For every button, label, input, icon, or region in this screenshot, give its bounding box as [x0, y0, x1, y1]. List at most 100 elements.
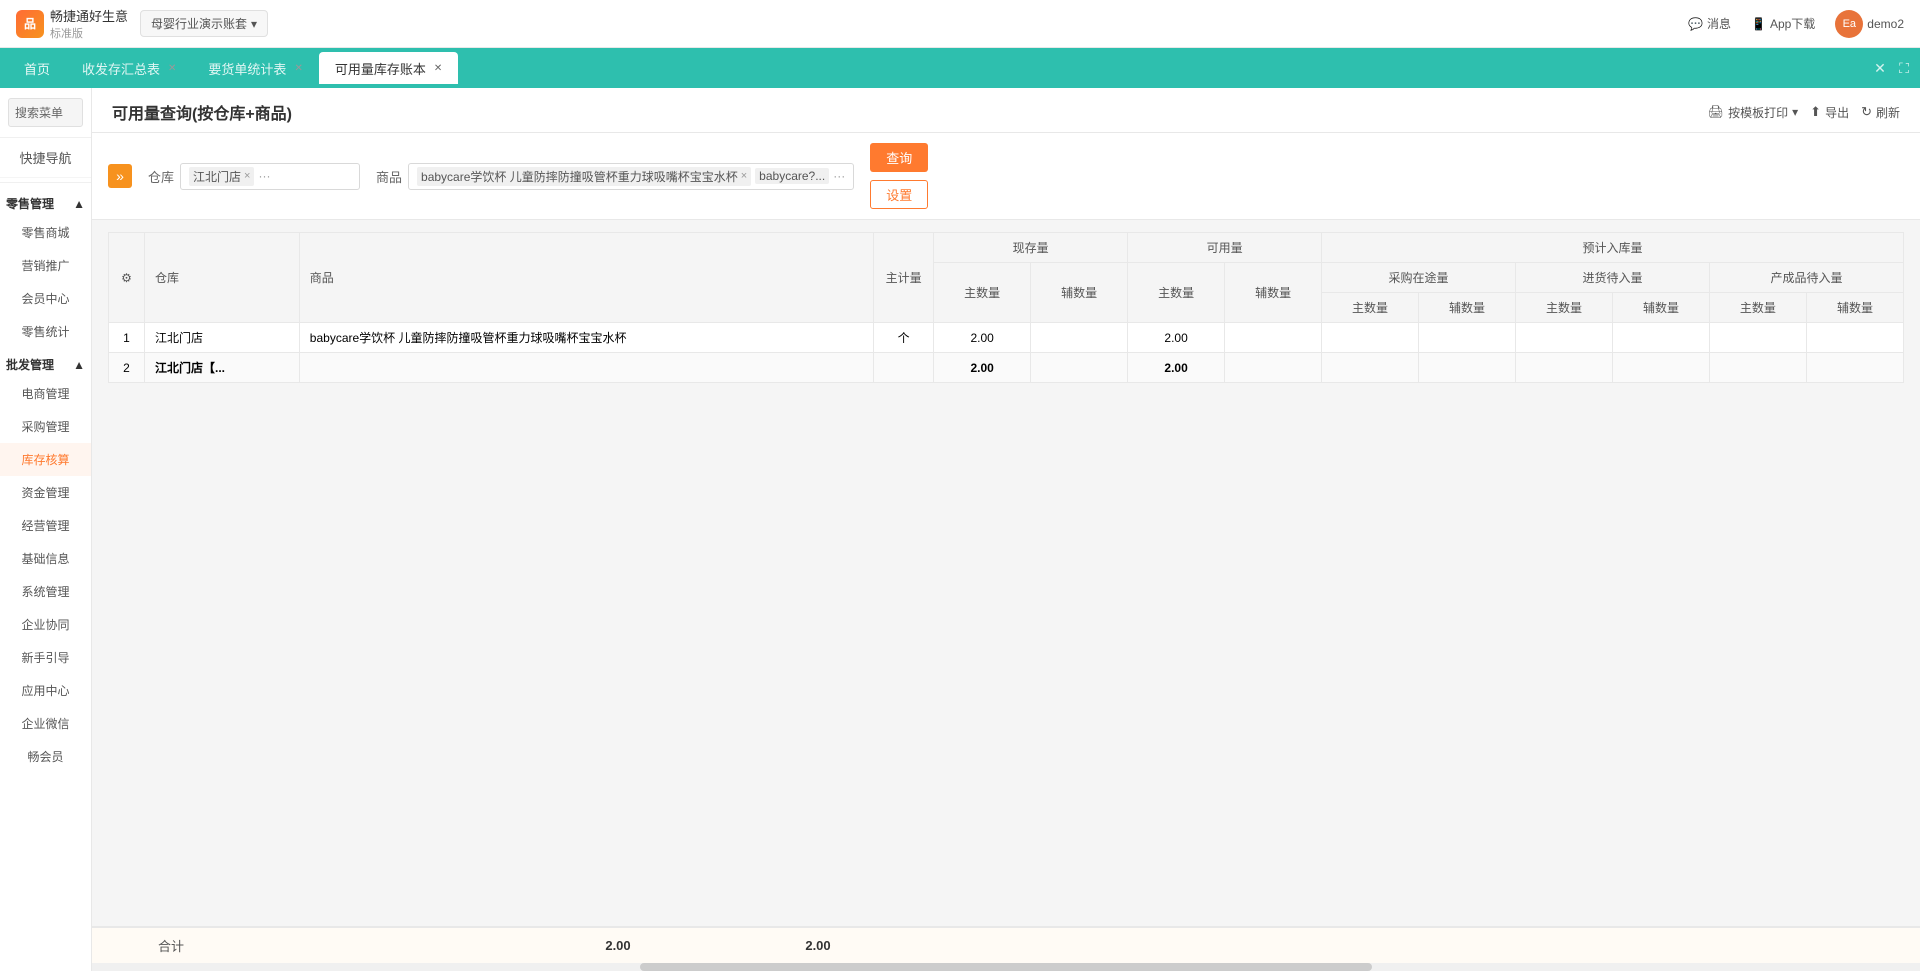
user-action[interactable]: Ea demo2: [1835, 10, 1904, 38]
product-more-btn[interactable]: ···: [833, 169, 845, 183]
print-btn[interactable]: 🖨 按模板打印 ▾: [1708, 104, 1799, 121]
tab-available-stock[interactable]: 可用量库存账本 ✕: [319, 52, 458, 84]
scrollbar-thumb[interactable]: [640, 963, 1371, 971]
sidebar-section-retail[interactable]: 零售管理 ▲: [0, 187, 91, 216]
product-filter-input[interactable]: babycare学饮杯 儿童防摔防撞吸管杯重力球吸嘴杯宝宝水杯 × babyca…: [408, 163, 854, 190]
expand-window-btn[interactable]: ⛶: [1896, 60, 1912, 76]
warehouse-tag-remove[interactable]: ×: [244, 170, 250, 182]
cell-avail-aux-2: [1225, 353, 1322, 383]
cell-fin-aux-1: [1806, 323, 1903, 353]
sidebar: 搜索菜单 快捷导航 零售管理 ▲ 零售商城 营销推广 会员中心 零售统计 批发管…: [0, 88, 92, 971]
sidebar-item-basic-info[interactable]: 基础信息: [0, 542, 91, 575]
warehouse-tag: 江北门店 ×: [189, 167, 254, 186]
cell-unit-1: 个: [874, 323, 934, 353]
sidebar-divider: [0, 182, 91, 183]
cell-stock-aux-1: [1031, 323, 1128, 353]
th-unit: 主计量: [874, 233, 934, 323]
brand-name-area: 畅捷通好生意 标准版: [50, 6, 128, 41]
refresh-btn[interactable]: ↻ 刷新: [1861, 104, 1900, 121]
query-btn[interactable]: 查询: [870, 143, 928, 172]
footer-label: 合计: [158, 936, 558, 955]
th-incoming: 进货待入量: [1516, 263, 1710, 293]
sidebar-item-inventory[interactable]: 库存核算: [0, 443, 91, 476]
th-purchased-main: 主数量: [1322, 293, 1419, 323]
product-tag1-remove[interactable]: ×: [741, 170, 747, 182]
sidebar-section-wholesale[interactable]: 批发管理 ▲: [0, 348, 91, 377]
tab-order-stats[interactable]: 要货单统计表 ✕: [192, 52, 318, 84]
download-label: App下载: [1770, 15, 1815, 32]
export-icon: ⬆: [1810, 104, 1821, 120]
message-icon: 💬: [1688, 17, 1703, 31]
th-available: 可用量: [1128, 233, 1322, 263]
tab-close-collection[interactable]: ✕: [168, 63, 176, 74]
cell-fin-main-1: [1709, 323, 1806, 353]
sidebar-item-quick-nav[interactable]: 快捷导航: [0, 138, 91, 178]
tab-order-label: 要货单统计表: [208, 59, 286, 78]
sidebar-item-member2[interactable]: 畅会员: [0, 740, 91, 773]
data-table: ⚙ 仓库 商品 主计量 现存量 可用量 预计入库量 主数量 辅数量 主数量 辅数…: [108, 232, 1904, 383]
cell-inc-main-2: [1516, 353, 1613, 383]
search-menu-btn[interactable]: 搜索菜单: [8, 98, 83, 127]
sidebar-item-ecommerce[interactable]: 电商管理: [0, 377, 91, 410]
product-tag1: babycare学饮杯 儿童防摔防撞吸管杯重力球吸嘴杯宝宝水杯 ×: [417, 167, 751, 186]
cell-stock-main-1: 2.00: [934, 323, 1031, 353]
content: 可用量查询(按仓库+商品) 🖨 按模板打印 ▾ ⬆ 导出 ↻ 刷新 »: [92, 88, 1920, 971]
cell-warehouse-2: 江北门店【...: [145, 353, 300, 383]
tab-close-available[interactable]: ✕: [434, 63, 442, 74]
cell-avail-aux-1: [1225, 323, 1322, 353]
download-action[interactable]: 📱 App下载: [1751, 15, 1815, 32]
filter-toggle-btn[interactable]: »: [108, 164, 132, 188]
scrollbar-area: [92, 963, 1920, 971]
th-settings[interactable]: ⚙: [109, 233, 145, 323]
print-icon: 🖨: [1708, 104, 1725, 120]
message-label: 消息: [1707, 15, 1731, 32]
industry-selector[interactable]: 母婴行业演示账套 ▾: [140, 10, 268, 37]
th-planned-in: 预计入库量: [1322, 233, 1904, 263]
footer-avail-total: 2.00: [758, 938, 878, 953]
sidebar-item-guide[interactable]: 新手引导: [0, 641, 91, 674]
settings-filter-btn[interactable]: 设置: [870, 180, 928, 209]
th-incoming-aux: 辅数量: [1612, 293, 1709, 323]
tab-close-order[interactable]: ✕: [294, 63, 302, 74]
sidebar-item-operations[interactable]: 经营管理: [0, 509, 91, 542]
brand-icon: 品: [16, 10, 44, 38]
window-controls: ✕ ⛶: [1872, 60, 1912, 76]
cell-product-1: babycare学饮杯 儿童防摔防撞吸管杯重力球吸嘴杯宝宝水杯: [299, 323, 873, 353]
refresh-label: 刷新: [1876, 104, 1900, 121]
cell-stock-main-2: 2.00: [934, 353, 1031, 383]
th-current-stock: 现存量: [934, 233, 1128, 263]
warehouse-more-btn[interactable]: ···: [258, 169, 270, 183]
sidebar-retail-label: 零售管理: [6, 195, 54, 212]
download-icon: 📱: [1751, 17, 1766, 31]
th-incoming-main: 主数量: [1516, 293, 1613, 323]
table-row: 1 江北门店 babycare学饮杯 儿童防摔防撞吸管杯重力球吸嘴杯宝宝水杯 个…: [109, 323, 1904, 353]
warehouse-filter-input[interactable]: 江北门店 × ···: [180, 163, 360, 190]
chevron-down-icon-wholesale: ▲: [73, 358, 85, 372]
sidebar-item-app-center[interactable]: 应用中心: [0, 674, 91, 707]
export-btn[interactable]: ⬆ 导出: [1810, 104, 1849, 121]
sidebar-item-wechat[interactable]: 企业微信: [0, 707, 91, 740]
th-stock-aux: 辅数量: [1031, 263, 1128, 323]
sidebar-item-system[interactable]: 系统管理: [0, 575, 91, 608]
sidebar-item-marketing[interactable]: 营销推广: [0, 249, 91, 282]
sidebar-item-enterprise[interactable]: 企业协同: [0, 608, 91, 641]
sidebar-item-purchase[interactable]: 采购管理: [0, 410, 91, 443]
cell-avail-main-2: 2.00: [1128, 353, 1225, 383]
tab-collection-summary[interactable]: 收发存汇总表 ✕: [66, 52, 192, 84]
table-container: ⚙ 仓库 商品 主计量 现存量 可用量 预计入库量 主数量 辅数量 主数量 辅数…: [92, 220, 1920, 926]
sidebar-item-member[interactable]: 会员中心: [0, 282, 91, 315]
tab-home[interactable]: 首页: [8, 59, 66, 78]
top-bar: 品 畅捷通好生意 标准版 母婴行业演示账套 ▾ 💬 消息 📱 App下载 Ea …: [0, 0, 1920, 48]
page-title: 可用量查询(按仓库+商品): [112, 100, 292, 124]
refresh-icon: ↻: [1861, 104, 1872, 120]
table-row: 2 江北门店【... 2.00 2.00: [109, 353, 1904, 383]
page-header: 可用量查询(按仓库+商品) 🖨 按模板打印 ▾ ⬆ 导出 ↻ 刷新: [92, 88, 1920, 133]
sidebar-item-retail-stats[interactable]: 零售统计: [0, 315, 91, 348]
th-warehouse: 仓库: [145, 233, 300, 323]
message-action[interactable]: 💬 消息: [1688, 15, 1731, 32]
sidebar-item-finance[interactable]: 资金管理: [0, 476, 91, 509]
cell-fin-aux-2: [1806, 353, 1903, 383]
close-window-btn[interactable]: ✕: [1872, 60, 1888, 76]
print-label: 按模板打印: [1728, 104, 1788, 121]
sidebar-item-retail-mall[interactable]: 零售商城: [0, 216, 91, 249]
